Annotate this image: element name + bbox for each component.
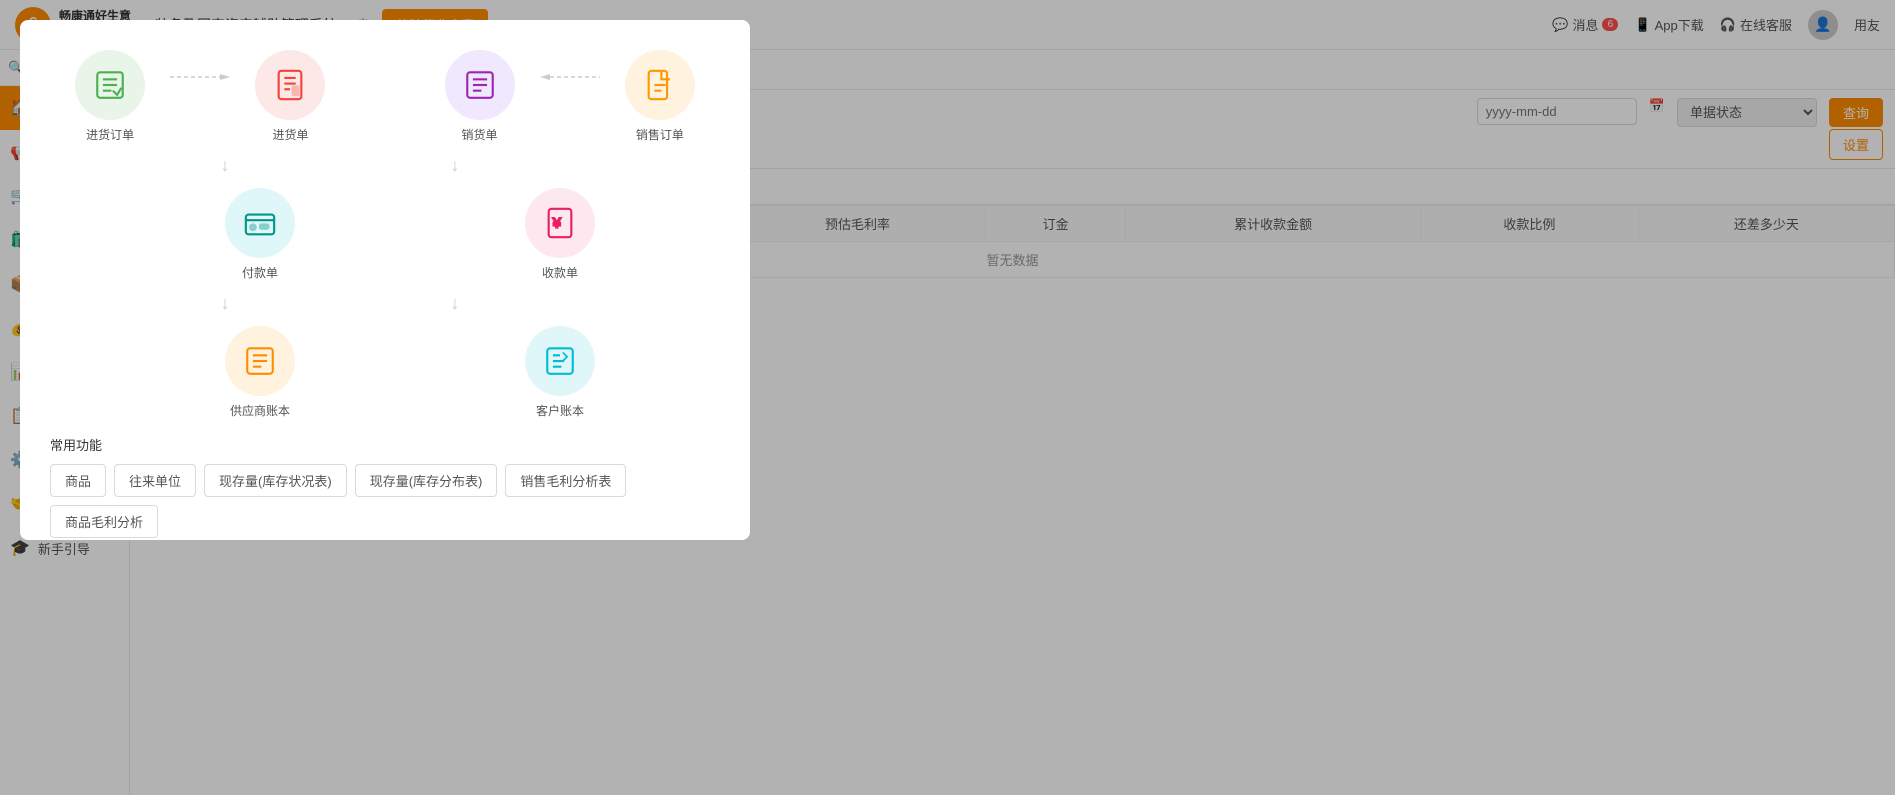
workflow-modal: 进货订单 [130,50,750,540]
cf-btn-product-margin[interactable]: 商品毛利分析 [130,505,158,538]
node-sales-order-node[interactable]: 销货单 [419,50,539,143]
node-receipt-doc-label: 收款单 [542,264,578,281]
cf-btn-inventory-status[interactable]: 现存量(库存状况表) [204,464,347,497]
app-container: 6 畅康通好生意 标准版 装备及固定资产辅助管理系统 ▾ ⚙ 体验行业方案 💬 … [0,0,1895,795]
node-customer-ledger-label: 客户账本 [536,402,584,419]
node-supplier-ledger-label: 供应商账本 [230,402,290,419]
node-purchase-receipt[interactable]: 进货单 [230,50,350,143]
node-payment-doc-label: 付款单 [242,264,278,281]
cf-btn-sales-margin[interactable]: 销售毛利分析表 [505,464,626,497]
node-receipt-doc[interactable]: ¥ 收款单 [490,188,630,281]
svg-text:¥: ¥ [552,215,561,231]
workflow-row-arrows: ↓ ↓ [190,153,720,178]
workflow-diagram: 进货订单 [130,50,720,419]
common-functions-title: 常用功能 [130,435,720,454]
cf-btn-inventory-dist[interactable]: 现存量(库存分布表) [355,464,498,497]
node-payment-doc[interactable]: 付款单 [190,188,330,281]
arrow-h-2 [540,72,600,82]
cf-btn-counterpart[interactable]: 往来单位 [130,464,196,497]
node-purchase-receipt-label: 进货单 [272,126,308,143]
customer-ledger-circle [525,326,595,396]
node-sales-order-doc[interactable]: 销售订单 [600,50,720,143]
node-supplier-ledger[interactable]: 供应商账本 [190,326,330,419]
arrow-down-4: ↓ [420,293,490,314]
content-area: 首页 销售订单执行表 ✕ ❓ 帮助 🖨️ 按模板打印 ▾ [130,50,1895,795]
node-purchase-order[interactable]: 进货订单 [130,50,170,143]
purchase-order-circle [130,50,145,120]
workflow-row-1: 进货订单 [130,50,720,143]
sales-order-doc-circle [625,50,695,120]
receipt-doc-circle: ¥ [525,188,595,258]
node-customer-ledger[interactable]: 客户账本 [490,326,630,419]
arrow-down-2: ↓ [420,155,490,176]
main-area: 🔍 搜索菜单 🏠 快捷导航 📢 营销推广 🛒 销售管理 🛍️ 采购管理 📦 [0,50,1895,795]
sales-order-node-circle [445,50,515,120]
purchase-receipt-circle [255,50,325,120]
common-functions: 常用功能 商品 往来单位 现存量(库存状况表) 现存量(库存分布表) 销售毛利分… [130,435,720,540]
workflow-row-3: 供应商账本 [190,326,720,419]
payment-doc-circle [225,188,295,258]
arrow-down-1: ↓ [190,155,260,176]
workflow-row-2: 付款单 ¥ [190,188,720,281]
node-sales-order-doc-label: 销售订单 [636,126,684,143]
modal-overlay[interactable]: 进货订单 [130,50,1895,795]
workflow-row-arrows2: ↓ ↓ [190,291,720,316]
node-purchase-order-label: 进货订单 [130,126,134,143]
node-sales-order-node-label: 销货单 [462,126,498,143]
supplier-ledger-circle [225,326,295,396]
arrow-down-3: ↓ [190,293,260,314]
cf-buttons-row1: 商品 往来单位 现存量(库存状况表) 现存量(库存分布表) 销售毛利分析表 商品… [130,464,720,538]
arrow-h-1 [170,72,230,82]
